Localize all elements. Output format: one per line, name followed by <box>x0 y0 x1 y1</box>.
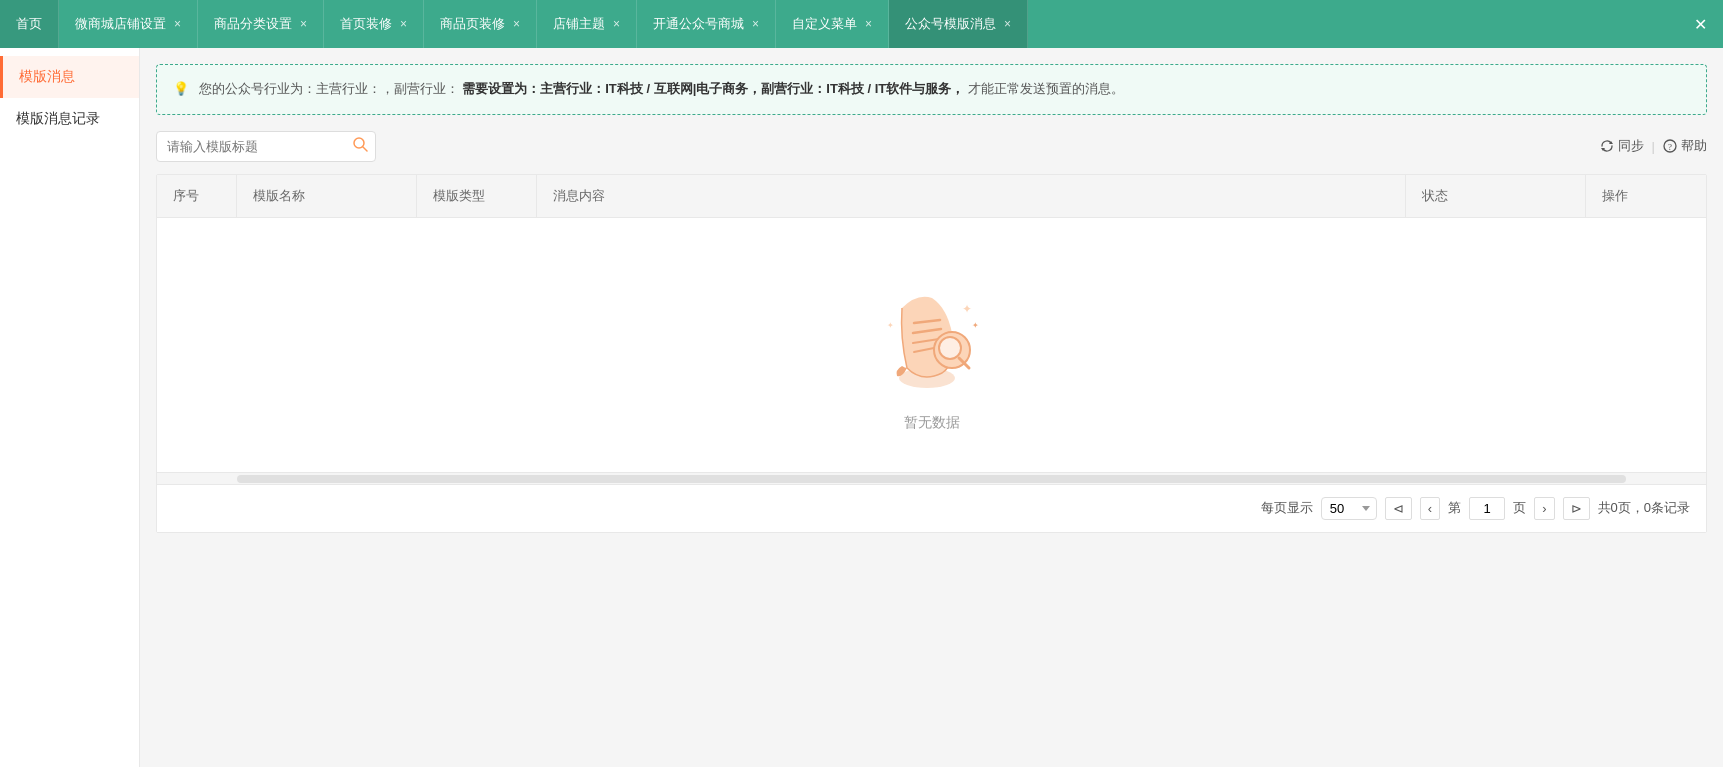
close-all-icon: ✕ <box>1694 15 1707 34</box>
tab-shop-theme-label: 店铺主题 <box>553 15 605 33</box>
help-icon: ? <box>1663 139 1677 153</box>
tab-open-wechat-mall-label: 开通公众号商城 <box>653 15 744 33</box>
page-unit: 页 <box>1513 499 1526 517</box>
tab-shop-settings-label: 微商城店铺设置 <box>75 15 166 33</box>
tab-shop-settings[interactable]: 微商城店铺设置 × <box>59 0 198 48</box>
tab-category-settings[interactable]: 商品分类设置 × <box>198 0 324 48</box>
notice-highlight: 需要设置为：主营行业：IT科技 / 互联网|电子商务，副营行业：IT科技 / I… <box>462 81 964 96</box>
tab-open-wechat-mall[interactable]: 开通公众号商城 × <box>637 0 776 48</box>
help-button[interactable]: ? 帮助 <box>1663 137 1707 155</box>
tab-homepage-decoration-label: 首页装修 <box>340 15 392 33</box>
top-nav: 首页 微商城店铺设置 × 商品分类设置 × 首页装修 × 商品页装修 × 店铺主… <box>0 0 1723 48</box>
total-text: 共0页，0条记录 <box>1598 499 1690 517</box>
page-label: 第 <box>1448 499 1461 517</box>
svg-text:✦: ✦ <box>962 302 972 316</box>
tab-custom-menu-label: 自定义菜单 <box>792 15 857 33</box>
sidebar-item-template-message-log[interactable]: 模版消息记录 <box>0 98 139 140</box>
last-page-button[interactable]: ⊳ <box>1563 497 1590 520</box>
col-name: 模版名称 <box>237 175 417 217</box>
first-page-button[interactable]: ⊲ <box>1385 497 1412 520</box>
notice-text2: 才能正常发送预置的消息。 <box>968 81 1124 96</box>
col-content: 消息内容 <box>537 175 1406 217</box>
col-action: 操作 <box>1586 175 1706 217</box>
table-container: 序号 模版名称 模版类型 消息内容 状态 操作 <box>156 174 1707 533</box>
next-page-button[interactable]: › <box>1534 497 1554 520</box>
page-size-select[interactable]: 10 20 50 100 <box>1321 497 1377 520</box>
tab-shop-theme[interactable]: 店铺主题 × <box>537 0 637 48</box>
empty-text: 暂无数据 <box>904 414 960 432</box>
empty-state-icon: ✦ ✦ ✦ <box>872 278 992 398</box>
close-icon[interactable]: × <box>752 17 759 31</box>
tab-category-settings-label: 商品分类设置 <box>214 15 292 33</box>
search-input-wrapper <box>156 131 376 162</box>
empty-state: ✦ ✦ ✦ 暂无数据 <box>157 218 1706 472</box>
toolbar-divider: | <box>1652 139 1655 154</box>
main-content: 💡 您的公众号行业为：主营行业：，副营行业： 需要设置为：主营行业：IT科技 /… <box>140 48 1723 767</box>
tab-product-decoration[interactable]: 商品页装修 × <box>424 0 537 48</box>
tab-custom-menu[interactable]: 自定义菜单 × <box>776 0 889 48</box>
tab-template-message-label: 公众号模版消息 <box>905 15 996 33</box>
col-index: 序号 <box>157 175 237 217</box>
sidebar-item-template-message[interactable]: 模版消息 <box>0 56 139 98</box>
svg-line-1 <box>363 147 367 151</box>
search-button[interactable] <box>353 137 368 155</box>
page-size-label: 每页显示 <box>1261 499 1313 517</box>
scrollbar-track <box>237 475 1626 483</box>
col-type: 模版类型 <box>417 175 537 217</box>
main-layout: 模版消息 模版消息记录 💡 您的公众号行业为：主营行业：，副营行业： 需要设置为… <box>0 48 1723 767</box>
col-status: 状态 <box>1406 175 1586 217</box>
sync-icon <box>1600 139 1614 153</box>
tab-home[interactable]: 首页 <box>0 0 59 48</box>
tab-product-decoration-label: 商品页装修 <box>440 15 505 33</box>
tab-home-label: 首页 <box>16 15 42 33</box>
sync-button[interactable]: 同步 <box>1600 137 1644 155</box>
help-label: 帮助 <box>1681 137 1707 155</box>
sidebar-item-template-message-label: 模版消息 <box>19 68 75 84</box>
table-header: 序号 模版名称 模版类型 消息内容 状态 操作 <box>157 175 1706 218</box>
svg-text:?: ? <box>1668 142 1672 152</box>
search-bar: 同步 | ? 帮助 <box>156 131 1707 162</box>
table-scrollbar[interactable] <box>157 472 1706 484</box>
close-icon[interactable]: × <box>865 17 872 31</box>
notice-icon: 💡 <box>173 81 189 96</box>
close-icon[interactable]: × <box>174 17 181 31</box>
close-all-button[interactable]: ✕ <box>1678 0 1723 48</box>
tab-homepage-decoration[interactable]: 首页装修 × <box>324 0 424 48</box>
close-icon[interactable]: × <box>1004 17 1011 31</box>
sidebar-item-template-message-log-label: 模版消息记录 <box>16 110 100 126</box>
close-icon[interactable]: × <box>300 17 307 31</box>
svg-text:✦: ✦ <box>972 321 979 330</box>
notice-banner: 💡 您的公众号行业为：主营行业：，副营行业： 需要设置为：主营行业：IT科技 /… <box>156 64 1707 115</box>
page-input[interactable] <box>1469 497 1505 520</box>
pagination: 每页显示 10 20 50 100 ⊲ ‹ 第 页 › ⊳ 共0页，0条记录 <box>157 484 1706 532</box>
toolbar-right: 同步 | ? 帮助 <box>1600 137 1707 155</box>
close-icon[interactable]: × <box>400 17 407 31</box>
search-input[interactable] <box>156 131 376 162</box>
search-icon <box>353 137 368 152</box>
close-icon[interactable]: × <box>613 17 620 31</box>
sidebar: 模版消息 模版消息记录 <box>0 48 140 767</box>
prev-page-button[interactable]: ‹ <box>1420 497 1440 520</box>
notice-text1: 您的公众号行业为：主营行业：，副营行业： <box>199 81 459 96</box>
svg-point-12 <box>939 337 961 359</box>
svg-text:✦: ✦ <box>887 321 894 330</box>
sync-label: 同步 <box>1618 137 1644 155</box>
close-icon[interactable]: × <box>513 17 520 31</box>
tab-template-message[interactable]: 公众号模版消息 × <box>889 0 1028 48</box>
